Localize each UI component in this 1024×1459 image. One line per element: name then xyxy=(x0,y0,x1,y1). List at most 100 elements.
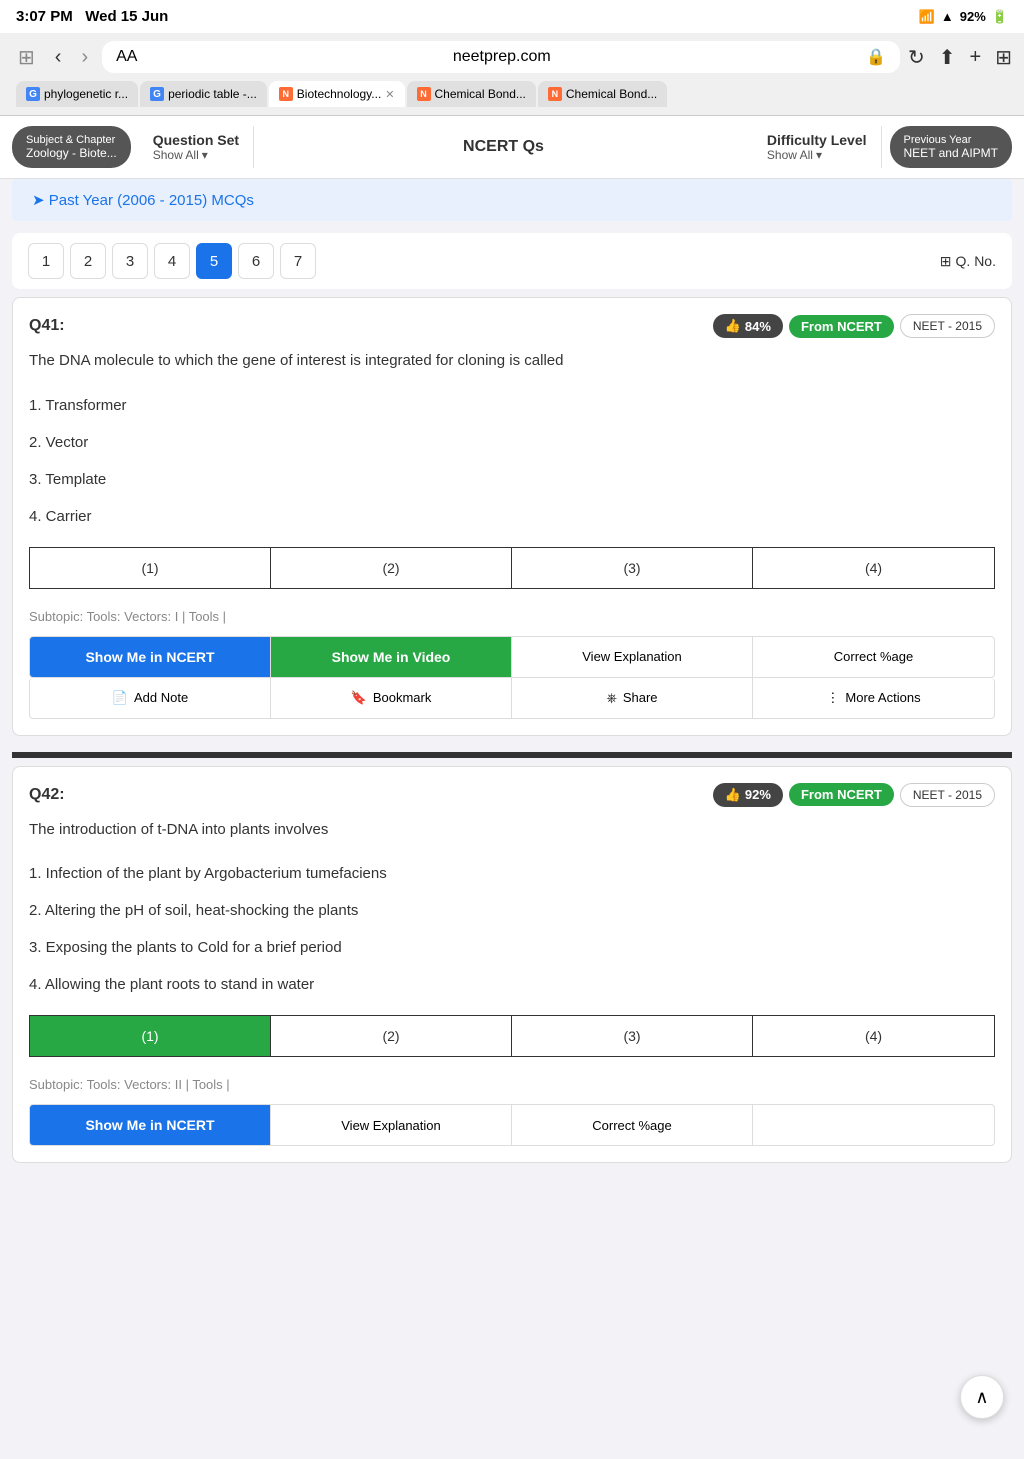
page-7[interactable]: 7 xyxy=(280,243,316,279)
q41-answer-3[interactable]: (3) xyxy=(512,548,753,588)
q41-text: The DNA molecule to which the gene of in… xyxy=(29,350,995,373)
tab-label-2: periodic table -... xyxy=(168,87,257,101)
q42-option-1[interactable]: 1. Infection of the plant by Argobacteri… xyxy=(29,855,995,892)
subject-chapter-filter[interactable]: Subject & Chapter Zoology - Biote... xyxy=(12,126,131,168)
page-3[interactable]: 3 xyxy=(112,243,148,279)
past-year-text: Past Year (2006 - 2015) MCQs xyxy=(49,192,254,209)
tab-label-5: Chemical Bond... xyxy=(566,87,657,101)
filter-bar: Subject & Chapter Zoology - Biote... Que… xyxy=(0,116,1024,179)
question-set-label: Question Set xyxy=(153,132,239,148)
tab-chemical-bond-1[interactable]: N Chemical Bond... xyxy=(407,81,536,107)
q42-like-badge: 👍 92% xyxy=(713,783,783,807)
question-card-41: Q41: 👍 84% From NCERT NEET - 2015 The DN… xyxy=(12,297,1012,736)
google-favicon-1: G xyxy=(26,87,40,101)
chevron-down-icon: ▾ xyxy=(202,148,208,162)
q42-number: Q42: xyxy=(29,786,65,804)
q41-option-4[interactable]: 4. Carrier xyxy=(29,498,995,535)
q41-add-note-button[interactable]: 📄 Add Note xyxy=(30,678,271,718)
forward-button[interactable]: › xyxy=(75,44,94,71)
address-bar[interactable]: AA neetprep.com 🔒 xyxy=(102,41,900,73)
q41-show-ncert-button[interactable]: Show Me in NCERT xyxy=(30,637,271,677)
q41-number: Q41: xyxy=(29,317,65,335)
q41-correct-page-button[interactable]: Correct %age xyxy=(753,637,994,677)
question-set-filter[interactable]: Question Set Show All ▾ xyxy=(139,126,254,168)
thumbs-up-icon-2: 👍 xyxy=(725,787,741,803)
page-5[interactable]: 5 xyxy=(196,243,232,279)
q42-text: The introduction of t-DNA into plants in… xyxy=(29,819,995,842)
q41-option-3[interactable]: 3. Template xyxy=(29,461,995,498)
q41-answer-2[interactable]: (2) xyxy=(271,548,512,588)
page-number-list: 1 2 3 4 5 6 7 xyxy=(28,243,316,279)
difficulty-filter[interactable]: Difficulty Level Show All ▾ xyxy=(753,126,882,168)
scroll-up-button[interactable]: ∧ xyxy=(960,1375,1004,1419)
q41-action-row-1: Show Me in NCERT Show Me in Video View E… xyxy=(29,636,995,678)
neetprep-favicon-3: N xyxy=(548,87,562,101)
q41-neet-badge: NEET - 2015 xyxy=(900,314,995,338)
q42-answer-3[interactable]: (3) xyxy=(512,1016,753,1056)
difficulty-value: Show All ▾ xyxy=(767,148,867,162)
browser-action-buttons: ↻ ⬆ + ⊞ xyxy=(908,45,1012,70)
previous-year-label: Previous Year xyxy=(904,134,998,146)
tabs-overview-button[interactable]: ⊞ xyxy=(995,45,1012,70)
share-icon: ⎈ xyxy=(606,690,616,706)
q42-option-2[interactable]: 2. Altering the pH of soil, heat-shockin… xyxy=(29,892,995,929)
q41-share-button[interactable]: ⎈ Share xyxy=(512,678,753,718)
font-size-button[interactable]: AA xyxy=(116,48,137,66)
q42-action-row: Show Me in NCERT View Explanation Correc… xyxy=(29,1104,995,1146)
tab-chemical-bond-2[interactable]: N Chemical Bond... xyxy=(538,81,667,107)
difficulty-label: Difficulty Level xyxy=(767,132,867,148)
q41-bookmark-button[interactable]: 🔖 Bookmark xyxy=(271,678,512,718)
q41-badges: 👍 84% From NCERT NEET - 2015 xyxy=(713,314,995,338)
reload-button[interactable]: ↻ xyxy=(908,45,925,70)
section-divider xyxy=(12,752,1012,758)
q42-placeholder xyxy=(753,1105,994,1145)
status-time: 3:07 PM xyxy=(16,8,73,25)
tab-periodic[interactable]: G periodic table -... xyxy=(140,81,267,107)
tab-phylogenetic[interactable]: G phylogenetic r... xyxy=(16,81,138,107)
url-display: neetprep.com xyxy=(145,48,858,66)
q41-option-1[interactable]: 1. Transformer xyxy=(29,387,995,424)
q42-header: Q42: 👍 92% From NCERT NEET - 2015 xyxy=(29,783,995,807)
add-tab-button[interactable]: + xyxy=(970,46,982,69)
tab-biotechnology[interactable]: N Biotechnology... ✕ xyxy=(269,81,405,107)
qno-button[interactable]: ⊞ Q. No. xyxy=(940,253,996,270)
page-2[interactable]: 2 xyxy=(70,243,106,279)
q42-neet-badge: NEET - 2015 xyxy=(900,783,995,807)
share-button[interactable]: ⬆ xyxy=(939,45,956,70)
pagination-bar: 1 2 3 4 5 6 7 ⊞ Q. No. xyxy=(12,233,1012,289)
sidebar-toggle-button[interactable]: ⊞ xyxy=(12,43,41,72)
q42-answer-2[interactable]: (2) xyxy=(271,1016,512,1056)
page-1[interactable]: 1 xyxy=(28,243,64,279)
previous-year-filter[interactable]: Previous Year NEET and AIPMT xyxy=(890,126,1012,168)
q41-header: Q41: 👍 84% From NCERT NEET - 2015 xyxy=(29,314,995,338)
google-favicon-2: G xyxy=(150,87,164,101)
q41-answer-4[interactable]: (4) xyxy=(753,548,994,588)
status-bar: 3:07 PM Wed 15 Jun 📶 ▲ 92% 🔋 xyxy=(0,0,1024,33)
q42-subtopic: Subtopic: Tools: Vectors: II | Tools | xyxy=(29,1069,995,1100)
q42-view-explanation-button[interactable]: View Explanation xyxy=(271,1105,512,1145)
page-4[interactable]: 4 xyxy=(154,243,190,279)
q42-option-3[interactable]: 3. Exposing the plants to Cold for a bri… xyxy=(29,929,995,966)
q42-answer-4[interactable]: (4) xyxy=(753,1016,994,1056)
q42-correct-page-button[interactable]: Correct %age xyxy=(512,1105,753,1145)
q42-show-ncert-button[interactable]: Show Me in NCERT xyxy=(30,1105,271,1145)
q42-answer-1[interactable]: (1) xyxy=(30,1016,271,1056)
lock-icon: 🔒 xyxy=(866,47,886,67)
q42-option-4[interactable]: 4. Allowing the plant roots to stand in … xyxy=(29,966,995,1003)
q41-view-explanation-button[interactable]: View Explanation xyxy=(512,637,753,677)
wifi-icon: 📶 xyxy=(919,9,935,25)
past-year-banner[interactable]: ➤ Past Year (2006 - 2015) MCQs xyxy=(12,179,1012,221)
back-button[interactable]: ‹ xyxy=(49,44,68,71)
chevron-down-icon-2: ▾ xyxy=(816,148,822,162)
status-time-date: 3:07 PM Wed 15 Jun xyxy=(16,8,168,25)
chevron-up-icon: ∧ xyxy=(975,1387,988,1408)
q41-more-actions-button[interactable]: ⋮ More Actions xyxy=(753,678,994,718)
q41-show-video-button[interactable]: Show Me in Video xyxy=(271,637,512,677)
browser-tabs-bar: G phylogenetic r... G periodic table -..… xyxy=(12,81,1012,107)
q41-answer-1[interactable]: (1) xyxy=(30,548,271,588)
add-note-icon: 📄 xyxy=(112,690,128,706)
page-6[interactable]: 6 xyxy=(238,243,274,279)
qno-label: Q. No. xyxy=(956,253,996,269)
tab-close-button[interactable]: ✕ xyxy=(385,88,394,101)
q41-option-2[interactable]: 2. Vector xyxy=(29,424,995,461)
